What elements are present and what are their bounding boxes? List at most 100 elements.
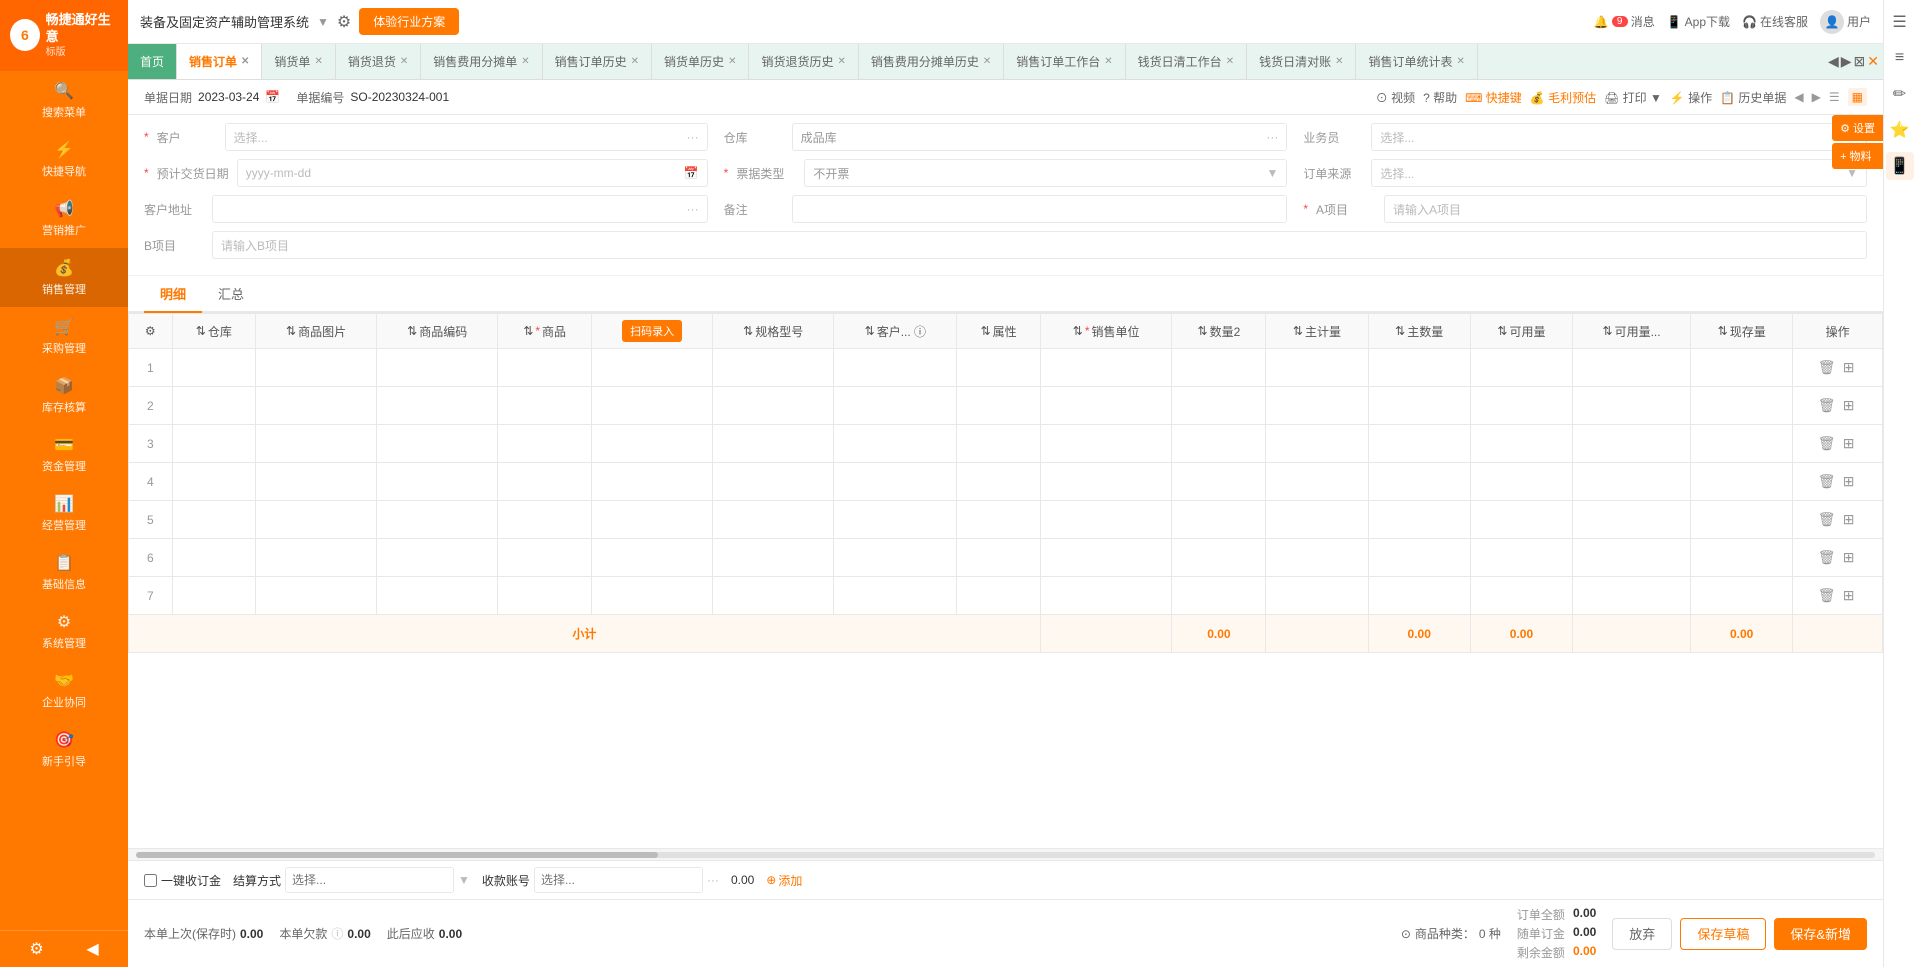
- collapse-icon[interactable]: ◀: [86, 939, 98, 959]
- copy-row-icon[interactable]: ⊞: [1840, 359, 1858, 377]
- invoice-dropdown-icon[interactable]: ▼: [1266, 166, 1278, 180]
- notes-input[interactable]: [792, 195, 1288, 223]
- tab-close-return-history[interactable]: ✕: [728, 56, 736, 67]
- sidebar-item-basic[interactable]: 📋 基础信息: [0, 543, 128, 602]
- tab-sales-return[interactable]: 销货单 ✕: [262, 44, 335, 80]
- col-qty2-th[interactable]: ⇅ 数量2: [1172, 314, 1266, 349]
- a-project-input[interactable]: 请输入A项目: [1384, 195, 1867, 223]
- tab-home[interactable]: 首页: [128, 44, 177, 80]
- sidebar-item-enterprise[interactable]: 🤝 企业协同: [0, 661, 128, 720]
- detail-tab-detail[interactable]: 明细: [144, 276, 202, 313]
- quick-collect-checkbox[interactable]: 一键收订金: [144, 872, 221, 889]
- nav-prev-icon[interactable]: ◀: [1794, 90, 1803, 104]
- tab-close-sales-refund[interactable]: ✕: [400, 56, 408, 67]
- tab-close-all-btn[interactable]: ✕: [1867, 53, 1879, 70]
- sidebar-item-system[interactable]: ⚙ 系统管理: [0, 602, 128, 661]
- scan-btn[interactable]: 扫码录入: [622, 320, 682, 342]
- settings-bottom-icon[interactable]: ⚙: [29, 939, 43, 959]
- tab-close-order-history[interactable]: ✕: [631, 56, 639, 67]
- copy-row-icon[interactable]: ⊞: [1840, 435, 1858, 453]
- copy-row-icon[interactable]: ⊞: [1840, 587, 1858, 605]
- tab-next-btn[interactable]: ▶: [1841, 53, 1852, 70]
- copy-row-icon[interactable]: ⊞: [1840, 397, 1858, 415]
- scrollbar-track[interactable]: [136, 852, 1875, 858]
- col-available-th[interactable]: ⇅ 可用量: [1470, 314, 1572, 349]
- scrollbar-thumb[interactable]: [136, 852, 658, 858]
- user-avatar[interactable]: 👤 用户: [1820, 10, 1871, 34]
- tab-sales-order[interactable]: 销售订单 ✕: [177, 44, 262, 80]
- quick-collect-input[interactable]: [144, 874, 157, 887]
- sidebar-item-sales[interactable]: 💰 销售管理: [0, 248, 128, 307]
- tab-sales-expense[interactable]: 销售费用分摊单 ✕: [421, 44, 542, 80]
- tab-close-credit-reconcile[interactable]: ✕: [1335, 56, 1343, 67]
- profit-btn[interactable]: 💰 毛利预估: [1530, 89, 1596, 106]
- tab-close-refund-history[interactable]: ✕: [837, 56, 845, 67]
- right-panel-icon-5[interactable]: 📱: [1886, 152, 1914, 180]
- nav-next-icon[interactable]: ▶: [1812, 90, 1821, 104]
- sidebar-item-inventory[interactable]: 📦 库存核算: [0, 366, 128, 425]
- tab-credit-reconcile[interactable]: 钱货日清对账 ✕: [1247, 44, 1356, 80]
- sidebar-item-operations[interactable]: 📊 经营管理: [0, 484, 128, 543]
- right-panel-icon-4[interactable]: ⭐: [1886, 116, 1914, 144]
- notification-btn[interactable]: 🔔 9 消息: [1594, 13, 1655, 30]
- delete-row-icon[interactable]: 🗑: [1818, 587, 1836, 605]
- invoice-type-select[interactable]: 不开票 ▼: [804, 159, 1287, 187]
- col-available2-th[interactable]: ⇅ 可用量...: [1573, 314, 1691, 349]
- warehouse-more-icon[interactable]: ···: [1266, 130, 1278, 144]
- tab-order-summary[interactable]: 销售订单统计表 ✕: [1356, 44, 1477, 80]
- delete-row-icon[interactable]: 🗑: [1818, 397, 1836, 415]
- add-row-btn[interactable]: ⊕ 添加: [766, 872, 802, 889]
- col-main-unit-th[interactable]: ⇅ 主计量: [1266, 314, 1368, 349]
- copy-row-icon[interactable]: ⊞: [1840, 549, 1858, 567]
- right-panel-icon-3[interactable]: ✏: [1886, 80, 1914, 108]
- customer-more-icon[interactable]: ···: [687, 130, 699, 144]
- order-source-input[interactable]: 选择... ▼: [1371, 159, 1867, 187]
- address-more-icon[interactable]: ···: [687, 202, 699, 216]
- tab-prev-btn[interactable]: ◀: [1828, 53, 1839, 70]
- salesman-input[interactable]: 选择... ···: [1371, 123, 1867, 151]
- tab-close-credit-clear[interactable]: ✕: [1226, 56, 1234, 67]
- tab-order-history[interactable]: 销售订单历史 ✕: [543, 44, 652, 80]
- warehouse-input[interactable]: 成品库 ···: [792, 123, 1288, 151]
- sidebar-item-purchase[interactable]: 🛒 采购管理: [0, 307, 128, 366]
- delete-row-icon[interactable]: 🗑: [1818, 511, 1836, 529]
- address-input[interactable]: ···: [212, 195, 708, 223]
- discard-btn[interactable]: 放弃: [1612, 918, 1672, 950]
- tab-close-sales-order[interactable]: ✕: [241, 56, 249, 67]
- print-btn[interactable]: 🖨 打印 ▼: [1604, 89, 1662, 106]
- tab-close-sales-expense[interactable]: ✕: [521, 56, 529, 67]
- save-draft-btn[interactable]: 保存草稿: [1680, 918, 1766, 950]
- col-settings-th[interactable]: ⚙: [129, 314, 173, 349]
- shortcut-btn[interactable]: ⌨ 快捷键: [1465, 89, 1522, 106]
- col-spec-th[interactable]: ⇅ 规格型号: [713, 314, 834, 349]
- detail-tab-summary[interactable]: 汇总: [202, 276, 260, 311]
- operations-btn[interactable]: ⚡ 操作: [1670, 89, 1712, 106]
- help-btn[interactable]: ? 帮助: [1423, 89, 1457, 106]
- tab-expense-history[interactable]: 销售费用分摊单历史 ✕: [859, 44, 1004, 80]
- sidebar-item-search[interactable]: 🔍 搜索菜单: [0, 71, 128, 130]
- tab-close-order-workbench[interactable]: ✕: [1104, 56, 1112, 67]
- calendar-icon[interactable]: 📅: [265, 90, 280, 104]
- table-wrap[interactable]: ⚙ ⇅ 仓库 ⇅ 商品图片 ⇅ 商品编码 ⇅*商品 扫码录入 ⇅ 规格型号 ⇅ …: [128, 313, 1883, 848]
- tab-return-history[interactable]: 销货单历史 ✕: [652, 44, 749, 80]
- app-download-btn[interactable]: 📱 App下载: [1667, 13, 1730, 30]
- sidebar-item-guide[interactable]: 🎯 新手引导: [0, 720, 128, 779]
- col-main-qty-th[interactable]: ⇅ 主数量: [1368, 314, 1470, 349]
- col-product-image-th[interactable]: ⇅ 商品图片: [256, 314, 377, 349]
- tab-credit-clear[interactable]: 钱货日清工作台 ✕: [1126, 44, 1247, 80]
- product-types-icon[interactable]: ⊙: [1401, 927, 1411, 941]
- col-product-code-th[interactable]: ⇅ 商品编码: [377, 314, 498, 349]
- delete-row-icon[interactable]: 🗑: [1818, 435, 1836, 453]
- solution-btn[interactable]: 体验行业方案: [359, 8, 459, 35]
- col-product-th[interactable]: ⇅*商品: [498, 314, 592, 349]
- receipt-more-icon[interactable]: ···: [707, 873, 719, 887]
- video-btn[interactable]: ⊙ 视频: [1376, 89, 1415, 106]
- debt-info-icon[interactable]: ⓘ: [331, 925, 343, 942]
- col-attributes-th[interactable]: ⇅ 属性: [957, 314, 1040, 349]
- tab-close-sales-return[interactable]: ✕: [314, 56, 322, 67]
- tab-sales-refund[interactable]: 销货退货 ✕: [336, 44, 421, 80]
- settings-topbar-icon[interactable]: ⚙: [337, 12, 351, 32]
- sidebar-item-quicknav[interactable]: ⚡ 快捷导航: [0, 130, 128, 189]
- online-service-btn[interactable]: 🎧 在线客服: [1742, 13, 1808, 30]
- delivery-date-calendar-icon[interactable]: 📅: [684, 166, 699, 180]
